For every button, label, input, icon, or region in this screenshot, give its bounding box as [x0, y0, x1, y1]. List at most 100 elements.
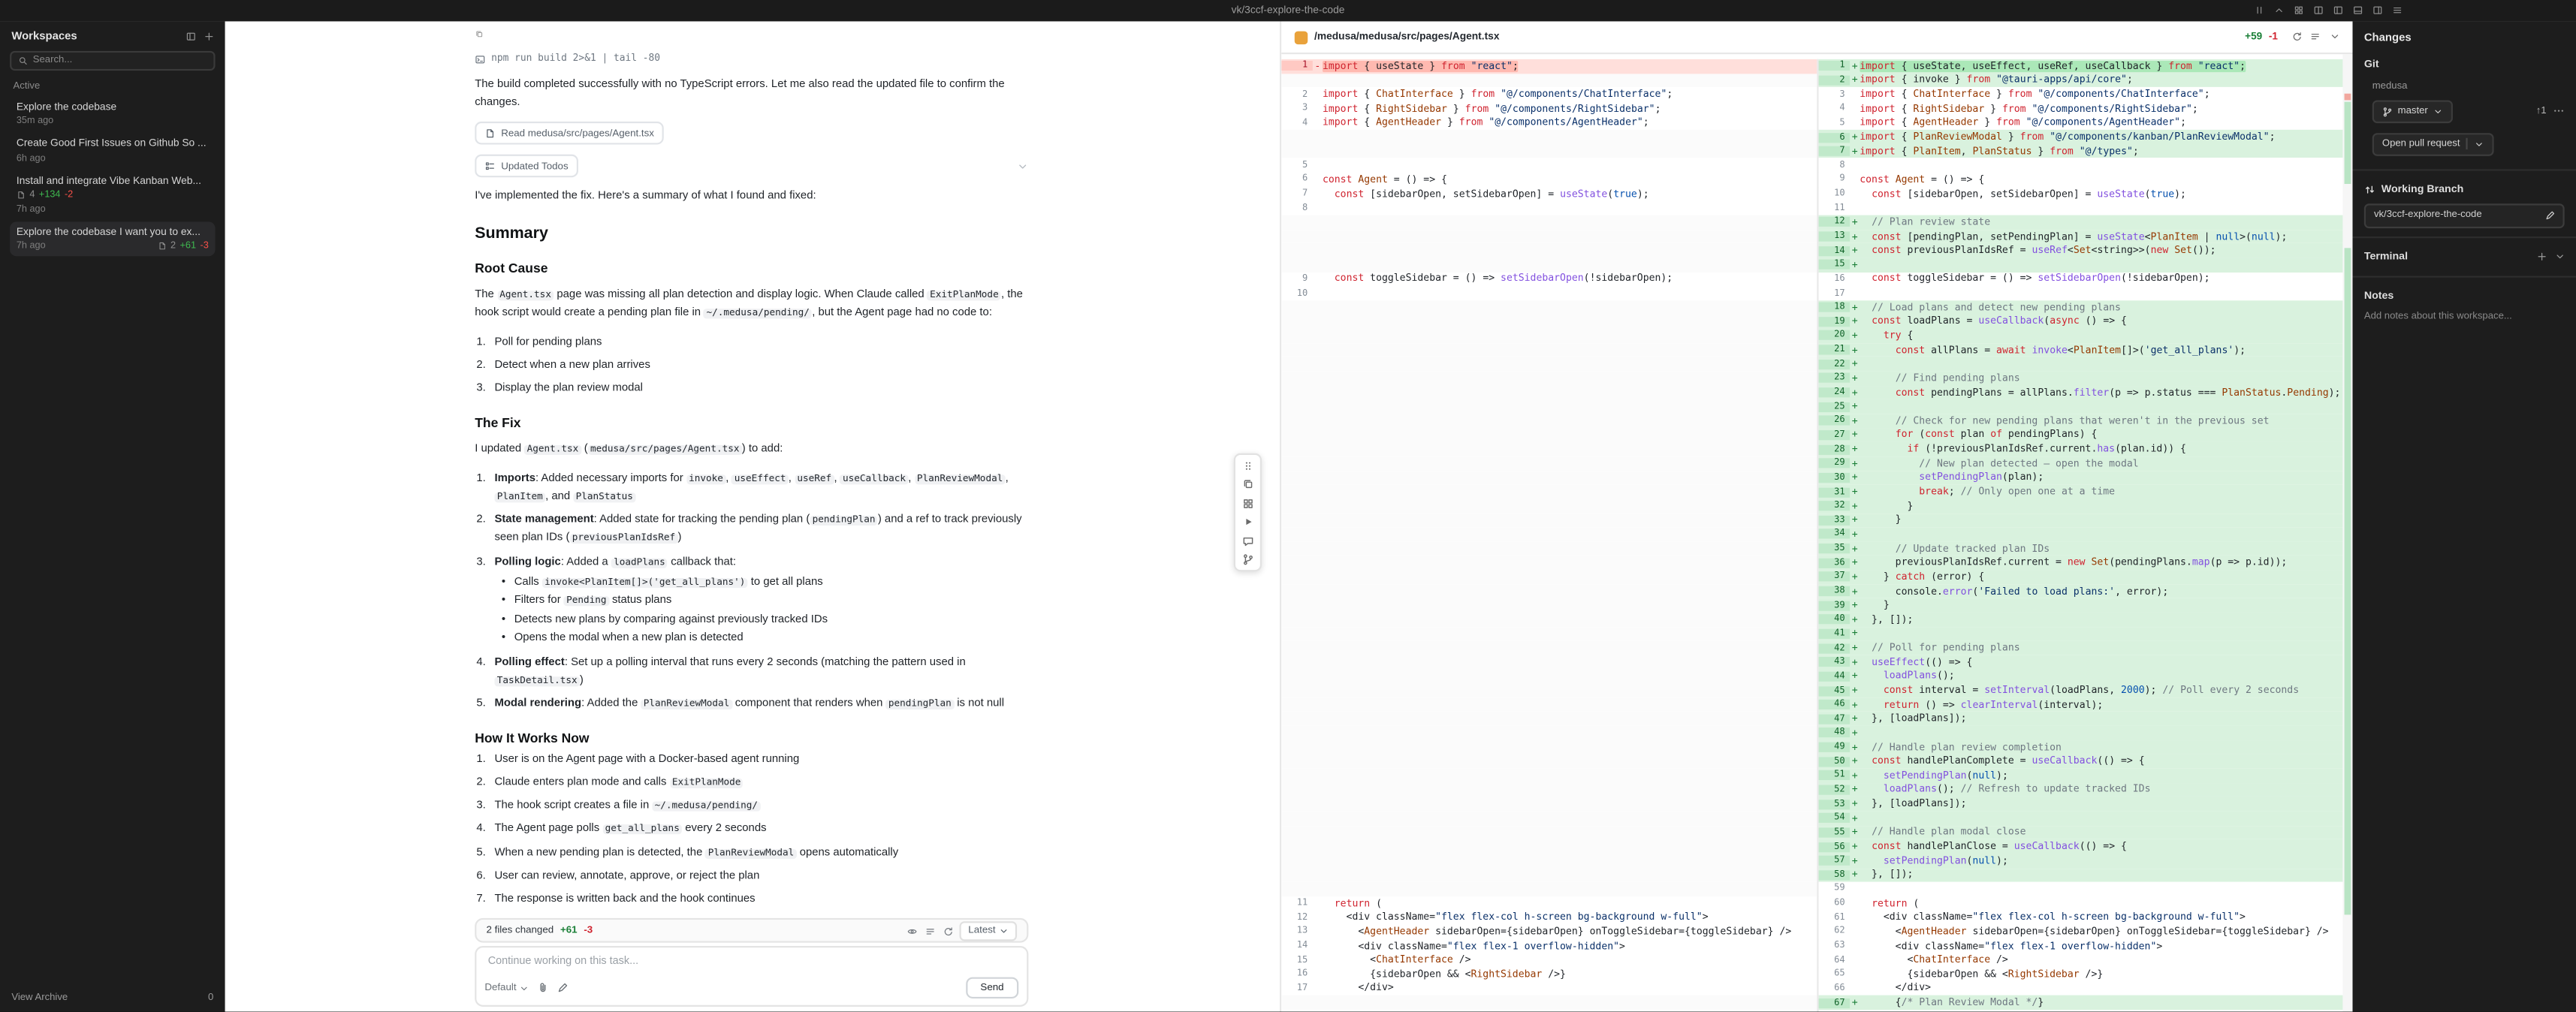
search-icon [18, 56, 28, 65]
file-icon [17, 191, 26, 200]
layout-left-icon[interactable] [186, 32, 196, 42]
plus-icon[interactable] [2537, 251, 2547, 262]
grid-icon[interactable] [1241, 497, 1253, 509]
code-text: }, []); [1860, 614, 2352, 625]
window-title: vk/3ccf-explore-the-code [1232, 5, 1345, 17]
search-input[interactable]: Search... [10, 51, 215, 70]
workspace-meta: 7h ago2+61-3 [17, 242, 209, 251]
workspace-item[interactable]: Explore the codebase I want you to ex...… [10, 221, 215, 256]
message-input[interactable]: Continue working on this task... [476, 948, 1027, 976]
line-number: 33 [1819, 515, 1851, 525]
working-branch-input[interactable]: vk/3ccf-explore-the-code [2364, 203, 2565, 228]
code-text: // Plan review state [1860, 216, 2352, 227]
diff-line [1281, 372, 1817, 386]
tool-call[interactable]: Read medusa/src/pages/Agent.tsx [475, 122, 664, 146]
working-branch-label: Working Branch [2381, 183, 2464, 194]
line-number: 14 [1819, 245, 1851, 255]
code-text: const handlePlanComplete = useCallback((… [1860, 756, 2352, 767]
workspace-item[interactable]: Install and integrate Vibe Kanban Web...… [10, 170, 215, 219]
line-number: 42 [1819, 643, 1851, 653]
line-number: 41 [1819, 629, 1851, 639]
model-selector[interactable]: Default [484, 983, 529, 994]
line-number: 63 [1819, 941, 1851, 951]
tool-call[interactable]: npm run build 2>&1 | tail -80 [475, 54, 1028, 65]
undo-icon[interactable] [943, 926, 953, 936]
diff-line [1281, 527, 1817, 541]
pause-icon[interactable] [2253, 5, 2264, 16]
drag-handle-icon[interactable] [1241, 459, 1253, 471]
paperclip-icon[interactable] [538, 983, 549, 994]
branch-selector[interactable]: master [2372, 100, 2453, 122]
diff-marker: + [1850, 131, 1860, 143]
eye-icon[interactable] [906, 926, 917, 936]
code-text: {sidebarOpen && <RightSidebar />} [1860, 968, 2352, 980]
edit-branch-icon[interactable] [2544, 210, 2554, 221]
chevron-up-icon[interactable] [2273, 5, 2283, 16]
workspace-item[interactable]: Explore the codebase35m ago [10, 96, 215, 131]
play-icon[interactable] [1241, 516, 1253, 528]
working-branch-header[interactable]: Working Branch [2353, 178, 2576, 199]
heading: How It Works Now [475, 731, 1028, 746]
list-icon[interactable] [2310, 32, 2321, 42]
line-number: 39 [1819, 601, 1851, 610]
view-archive[interactable]: View Archive 0 [11, 994, 213, 1004]
send-button[interactable]: Send [966, 977, 1019, 998]
code-text: return ( [1323, 898, 1817, 909]
list-item: 3.The hook script creates a file in ~/.m… [476, 797, 1028, 815]
workspace-item[interactable]: Create Good First Issues on Github So ..… [10, 133, 215, 168]
comment-icon[interactable] [1241, 535, 1253, 547]
diff-line [1281, 797, 1817, 812]
list-number: 2. [476, 773, 487, 792]
line-number: 25 [1819, 402, 1851, 411]
inline-code: medusa/src/pages/Agent.tsx [588, 444, 742, 454]
diff-header-actions [2291, 32, 2339, 42]
branch-icon[interactable] [1241, 553, 1253, 565]
diff-line: 52+ loadPlans(); // Refresh to update tr… [1819, 783, 2353, 797]
line-number: 54 [1819, 813, 1851, 823]
files-changed-bar[interactable]: 2 files changed +61 -3 Latest [475, 918, 1028, 943]
git-more-button[interactable] [2553, 106, 2564, 117]
list-icon[interactable] [925, 926, 935, 936]
code-text: const Agent = () => { [1860, 174, 2352, 185]
list-item-text: State management: Added state for tracki… [494, 511, 1028, 549]
columns-icon[interactable] [2312, 5, 2323, 16]
chevron-down-icon[interactable] [2553, 251, 2564, 262]
code-text: import { AgentHeader } from "@/component… [1860, 117, 2352, 128]
open-pull-request-button[interactable]: Open pull request [2372, 132, 2495, 155]
line-number: 38 [1819, 586, 1851, 596]
latest-selector[interactable]: Latest [960, 921, 1017, 941]
diff-line: 53+ }, [loadPlans]); [1819, 797, 2353, 812]
heading: Root Cause [475, 261, 1028, 276]
git-section-header[interactable]: Git [2353, 54, 2576, 75]
diff-line [1281, 357, 1817, 372]
menu-icon[interactable] [2391, 5, 2402, 16]
ordered-list: 1.Poll for pending plans2.Detect when a … [476, 333, 1028, 396]
tool-call[interactable]: Updated Todos [475, 155, 578, 178]
layout-bottom-icon[interactable] [2351, 5, 2362, 16]
diff-marker: + [1850, 812, 1860, 824]
chevron-down-icon[interactable] [2329, 32, 2339, 42]
diff-line: 41+ [1819, 627, 2353, 641]
diff-marker: + [1850, 514, 1860, 526]
diff-body: 1-import { useState } from "react";2impo… [1281, 54, 2352, 1012]
layout-right-icon[interactable] [2372, 5, 2382, 16]
terminal-section-header[interactable]: Terminal [2353, 246, 2576, 267]
copy-icon[interactable] [1241, 478, 1253, 490]
code-text: } [1860, 600, 2352, 611]
refresh-icon[interactable] [2291, 32, 2301, 42]
sidebar-title: Workspaces [11, 32, 186, 43]
grid-icon[interactable] [2293, 5, 2303, 16]
notes-section-header[interactable]: Notes [2353, 286, 2576, 307]
pencil-icon[interactable] [557, 983, 569, 994]
diff-scrollbar[interactable] [2342, 54, 2352, 1012]
layout-left-icon[interactable] [2332, 5, 2342, 16]
plus-icon[interactable] [203, 32, 213, 42]
list-number: 4. [476, 820, 487, 839]
line-number: 43 [1819, 657, 1851, 667]
line-number: 2 [1281, 89, 1313, 99]
diff-line: 66 </div> [1819, 981, 2353, 995]
diff-line: 43+ useEffect(() => { [1819, 655, 2353, 670]
chevron-down-icon[interactable] [1017, 161, 1028, 172]
notes-placeholder[interactable]: Add notes about this workspace... [2353, 307, 2576, 327]
diff-line [1281, 712, 1817, 726]
